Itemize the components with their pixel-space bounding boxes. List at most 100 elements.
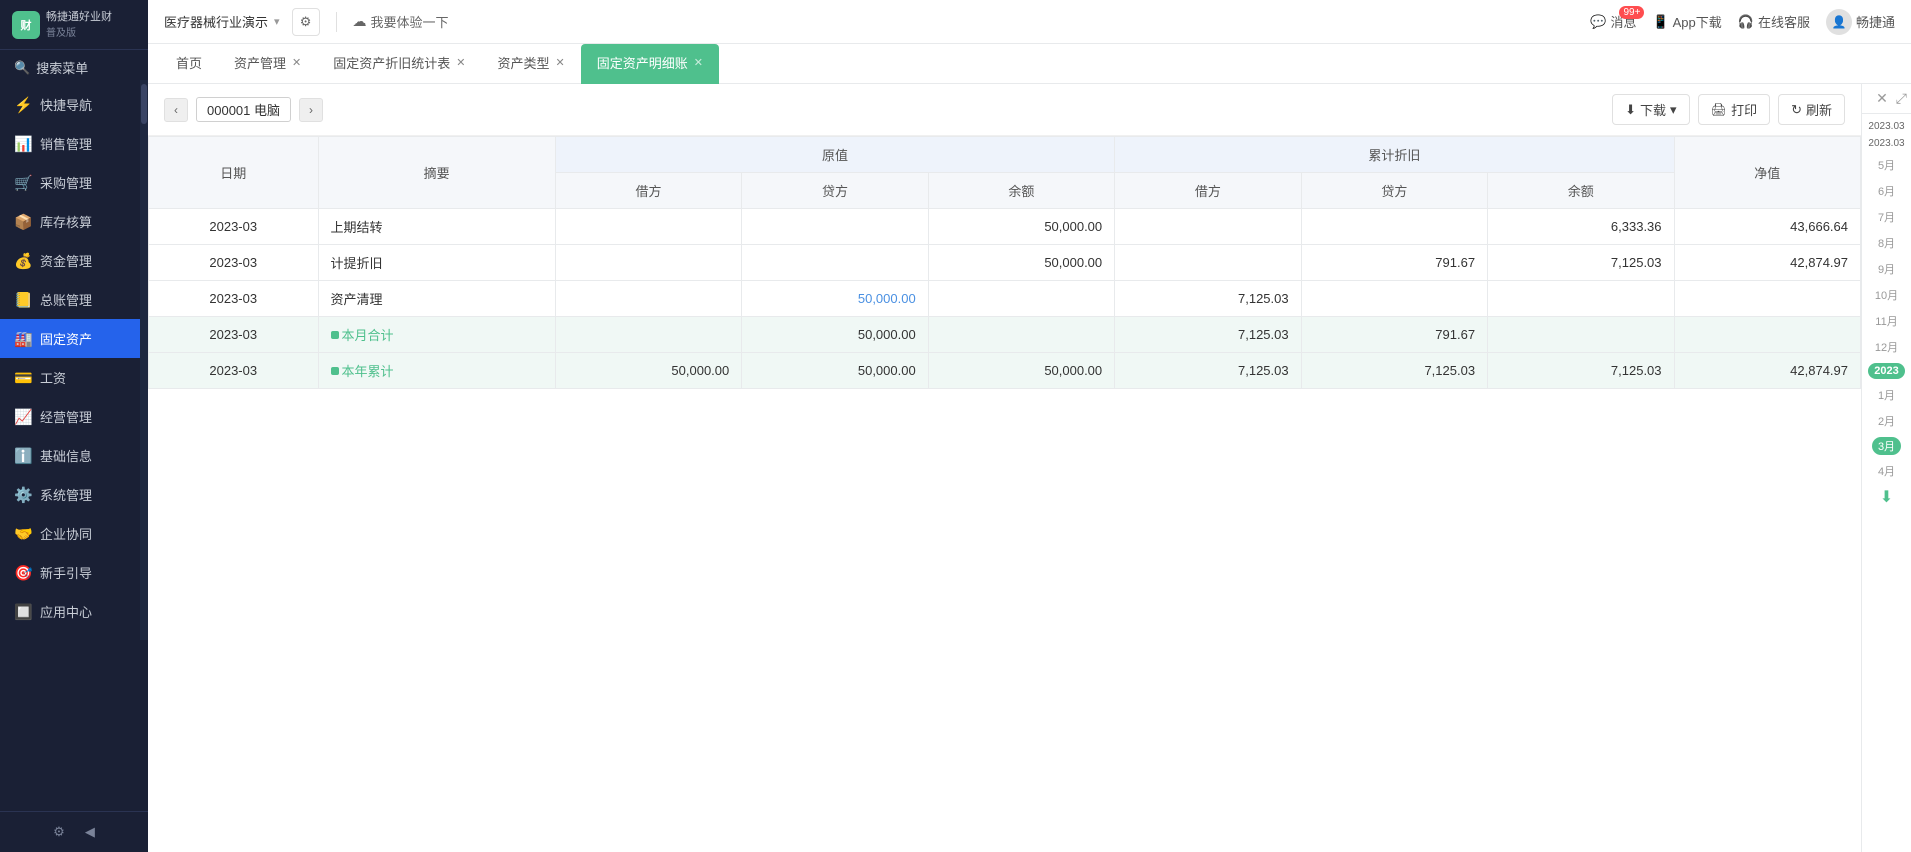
print-button[interactable]: 🖨 打印 [1698,94,1771,125]
experience-button[interactable]: ☁ 我要体验一下 [353,12,449,31]
sidebar-item-label: 采购管理 [40,173,134,192]
tab-asset-type[interactable]: 资产类型 ✕ [481,44,580,84]
sidebar-item-ledger[interactable]: 📒 总账管理 [0,280,148,319]
sidebar-item-sales[interactable]: 📊 销售管理 [0,124,148,163]
timeline-item-8[interactable]: 8月 [1862,230,1911,256]
cell-orig-debit [555,317,741,353]
ledger-icon: 📒 [14,291,32,309]
record-tag: 000001 电脑 [196,97,291,122]
tab-home[interactable]: 首页 [160,44,218,84]
app-center-icon: 🔲 [14,603,32,621]
customer-service-button[interactable]: 🎧 在线客服 [1738,12,1810,31]
settings-button[interactable]: ⚙ [292,8,320,36]
cell-orig-credit: 50,000.00 [742,353,928,389]
sidebar-item-finance[interactable]: 💰 资金管理 [0,241,148,280]
download-button[interactable]: ⬇ 下载 ▾ [1612,94,1689,125]
sales-icon: 📊 [14,135,32,153]
green-dot [331,367,339,375]
sidebar-settings-button[interactable]: ⚙ [45,820,73,844]
timeline-item-header1[interactable]: 2023.03 [1862,118,1911,135]
experience-label: 我要体验一下 [371,12,449,31]
customer-service-label: 在线客服 [1758,12,1810,31]
sidebar-item-salary[interactable]: 💳 工资 [0,358,148,397]
timeline-item-9[interactable]: 9月 [1862,256,1911,282]
sidebar-item-cooperation[interactable]: 🤝 企业协同 [0,514,148,553]
cell-accum-debit: 7,125.03 [1115,281,1301,317]
tab-asset-mgmt[interactable]: 资产管理 ✕ [218,44,317,84]
company-selector[interactable]: 医疗器械行业演示 ▾ [164,12,280,31]
timeline-close-button[interactable]: ✕ [1872,88,1892,109]
next-record-button[interactable]: › [299,98,323,122]
cell-orig-credit: 50,000.00 [742,317,928,353]
user-menu[interactable]: 👤 畅捷通 [1826,9,1895,35]
timeline-item-12[interactable]: 12月 [1862,334,1911,360]
timeline-item-6[interactable]: 6月 [1862,178,1911,204]
cell-orig-debit [555,245,741,281]
tab-close-icon[interactable]: ✕ [456,56,465,69]
timeline-year-2023[interactable]: 2023 [1862,360,1911,382]
sidebar-bottom: ⚙ ◀ [0,811,148,852]
tab-label: 资产类型 [497,53,549,72]
tab-close-icon[interactable]: ✕ [292,56,301,69]
col-net-value: 净值 [1674,137,1860,209]
tab-close-icon[interactable]: ✕ [556,56,565,69]
sidebar-item-fixed-asset[interactable]: 🏭 固定资产 [0,319,148,358]
timeline-item-3-active[interactable]: 3月 [1862,434,1911,458]
col-original-group: 原值 [555,137,1114,173]
avatar-icon: 👤 [1832,15,1847,29]
cell-orig-balance: 50,000.00 [928,353,1114,389]
cell-accum-balance: 7,125.03 [1488,245,1674,281]
timeline-item-2[interactable]: 2月 [1862,408,1911,434]
timeline-item-7[interactable]: 7月 [1862,204,1911,230]
topbar-right: 💬 消息 99+ 📱 App下载 🎧 在线客服 👤 畅捷通 [1590,9,1895,35]
search-menu[interactable]: 🔍 搜索菜单 [0,50,148,85]
col-accum-credit: 贷方 [1301,173,1487,209]
download-icon: ⬇ [1625,102,1636,118]
timeline-item-header2[interactable]: 2023.03 [1862,135,1911,152]
cell-orig-balance: 50,000.00 [928,245,1114,281]
sidebar-item-purchase[interactable]: 🛒 采购管理 [0,163,148,202]
sidebar-item-label: 固定资产 [40,329,134,348]
sidebar-item-label: 快捷导航 [40,95,134,114]
timeline-down-arrow[interactable]: ⬇ [1862,484,1911,510]
sidebar-item-app-center[interactable]: 🔲 应用中心 [0,592,148,631]
sidebar-item-label: 工资 [40,368,134,387]
sidebar-item-label: 销售管理 [40,134,134,153]
sidebar-item-quick-nav[interactable]: ⚡ 快捷导航 [0,85,148,124]
cell-accum-balance [1488,317,1674,353]
sidebar-item-system[interactable]: ⚙️ 系统管理 [0,475,148,514]
cell-orig-credit [742,245,928,281]
timeline-item-10[interactable]: 10月 [1862,282,1911,308]
tab-close-icon[interactable]: ✕ [694,56,703,69]
timeline-item-1[interactable]: 1月 [1862,382,1911,408]
timeline-expand-button[interactable]: ⤢ [1892,88,1911,109]
table-row: 2023-03 本月合计 50,000.00 7,125.03 [149,317,1861,353]
timeline-item-5[interactable]: 5月 [1862,152,1911,178]
sidebar-item-basic-info[interactable]: ℹ️ 基础信息 [0,436,148,475]
sidebar-collapse-button[interactable]: ◀ [77,820,103,844]
cell-accum-debit [1115,209,1301,245]
topbar: 医疗器械行业演示 ▾ ⚙ ☁ 我要体验一下 💬 消息 99+ 📱 App下载 🎧… [148,0,1911,44]
cell-orig-credit [742,209,928,245]
cell-summary: 计提折旧 [318,245,555,281]
timeline-item-11[interactable]: 11月 [1862,308,1911,334]
messages-button[interactable]: 💬 消息 99+ [1590,12,1636,31]
timeline-item-4[interactable]: 4月 [1862,458,1911,484]
sidebar-item-guide[interactable]: 🎯 新手引导 [0,553,148,592]
col-orig-balance: 余额 [928,173,1114,209]
tab-label: 固定资产折旧统计表 [333,53,450,72]
user-name: 畅捷通 [1856,12,1895,31]
tab-label: 固定资产明细账 [597,53,688,72]
download-arrow: ▾ [1670,102,1677,118]
cell-date: 2023-03 [149,245,319,281]
tab-depreciation-stats[interactable]: 固定资产折旧统计表 ✕ [317,44,481,84]
app-download-button[interactable]: 📱 App下载 [1652,12,1721,31]
refresh-button[interactable]: ↻ 刷新 [1778,94,1845,125]
tab-asset-detail[interactable]: 固定资产明细账 ✕ [581,44,719,84]
app-download-label: App下载 [1673,12,1722,31]
prev-record-button[interactable]: ‹ [164,98,188,122]
sidebar-item-inventory[interactable]: 📦 库存核算 [0,202,148,241]
logo-text: 畅捷通好业财 [46,10,112,24]
sidebar-item-operations[interactable]: 📈 经营管理 [0,397,148,436]
user-avatar: 👤 [1826,9,1852,35]
